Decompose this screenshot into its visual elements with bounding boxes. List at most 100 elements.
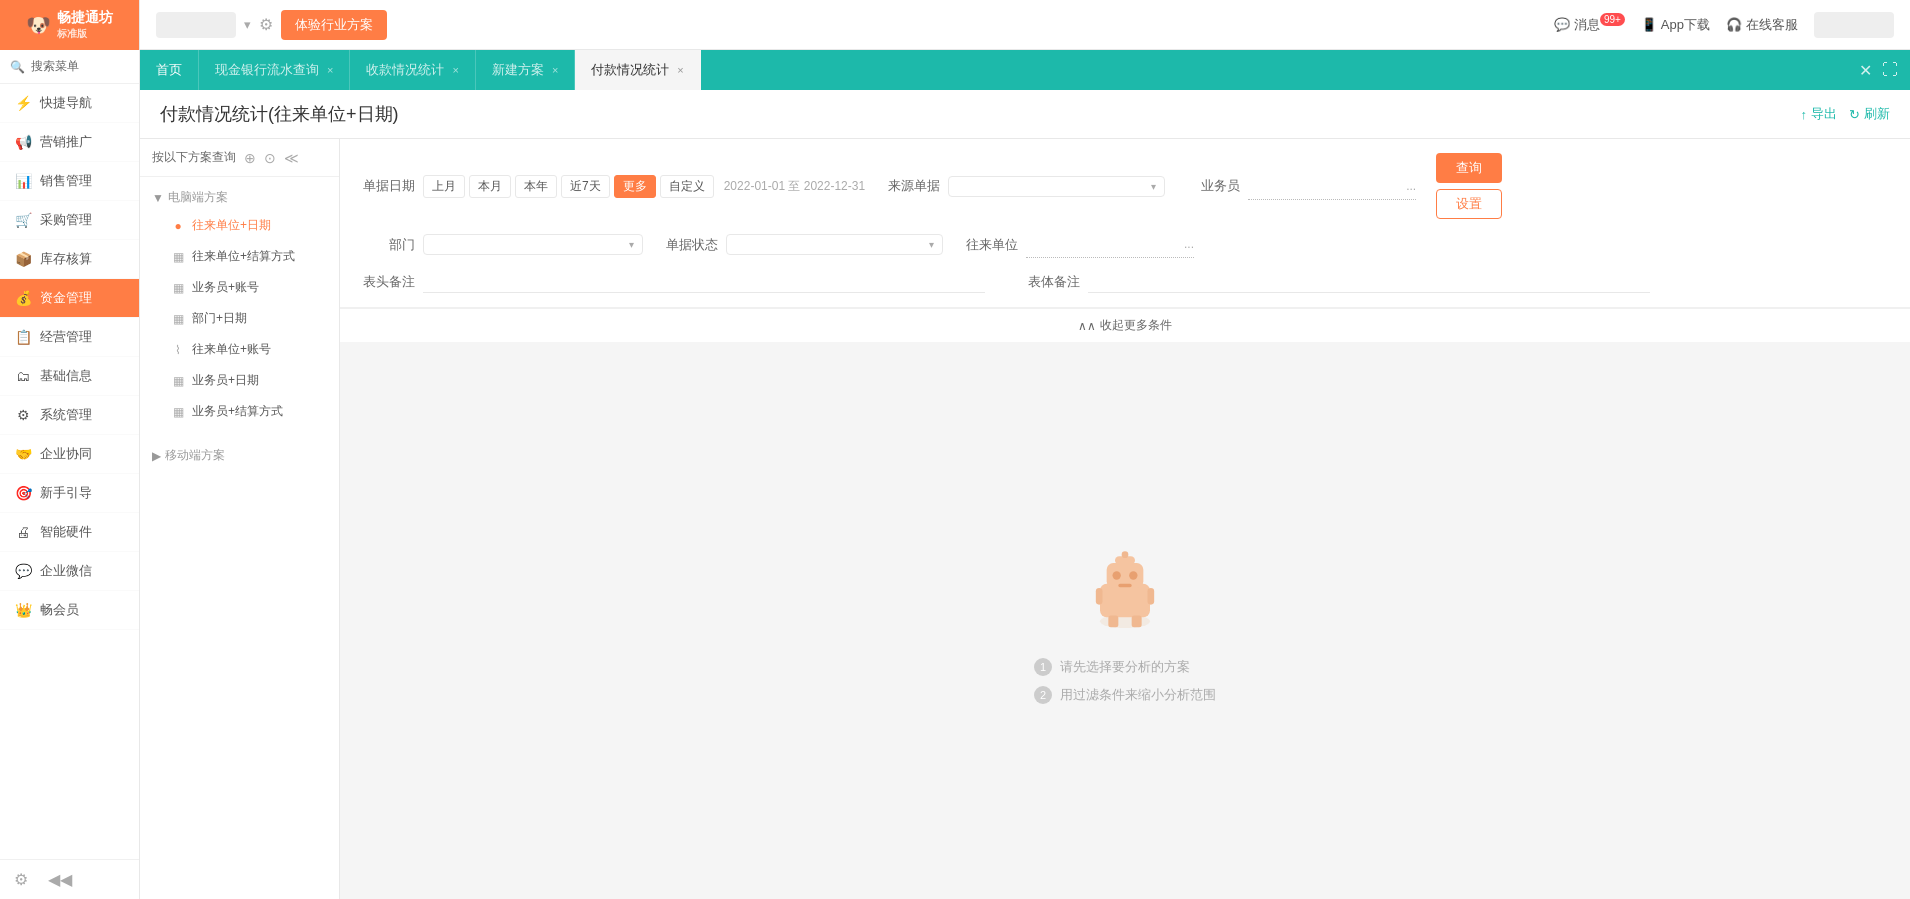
scheme-item-dept-date[interactable]: ▦部门+日期: [140, 303, 339, 334]
source-doc-select[interactable]: ▾: [948, 176, 1165, 197]
scheme-item-icon-customer-date: ●: [170, 218, 186, 234]
scheme-item-customer-date[interactable]: ●往来单位+日期: [140, 210, 339, 241]
date-last-month[interactable]: 上月: [423, 175, 465, 198]
search-menu[interactable]: 🔍 搜索菜单: [0, 50, 139, 84]
tab-close-payment-stats[interactable]: ×: [677, 64, 683, 76]
messages-item[interactable]: 💬 消息 99+: [1554, 16, 1625, 34]
topbar-settings-icon[interactable]: ⚙: [259, 15, 273, 34]
tab-label-home: 首页: [156, 61, 182, 79]
date-this-month[interactable]: 本月: [469, 175, 511, 198]
tabbar-right: ✕ ⛶: [1847, 50, 1910, 90]
query-btn[interactable]: 查询: [1436, 153, 1502, 183]
sidebar-item-basic-info[interactable]: 🗂基础信息: [0, 357, 139, 396]
dept-select[interactable]: ▾: [423, 234, 643, 255]
sidebar-item-operation[interactable]: 📋经营管理: [0, 318, 139, 357]
sidebar-icon-member: 👑: [14, 601, 32, 619]
scheme-item-customer-account[interactable]: ⌇往来单位+账号: [140, 334, 339, 365]
tab-payment-stats[interactable]: 付款情况统计×: [575, 50, 700, 90]
sidebar-icon-capital: 💰: [14, 289, 32, 307]
tab-bank-flow[interactable]: 现金银行流水查询 ×: [199, 50, 350, 90]
staff-input[interactable]: [1248, 175, 1406, 197]
refresh-btn[interactable]: ↻ 刷新: [1849, 105, 1890, 123]
sidebar-item-quick-nav[interactable]: ⚡快捷导航: [0, 84, 139, 123]
sidebar-bottom: ⚙ ◀◀: [0, 859, 139, 899]
messages-label: 消息: [1574, 16, 1600, 34]
scheme-section-title-desktop[interactable]: ▼电脑端方案: [140, 185, 339, 210]
svg-rect-1: [1100, 583, 1150, 616]
online-service-item[interactable]: 🎧 在线客服: [1726, 16, 1798, 34]
svg-rect-8: [1108, 615, 1118, 627]
sidebar-item-guide[interactable]: 🎯新手引导: [0, 474, 139, 513]
scheme-section-title-mobile[interactable]: ▶移动端方案: [140, 443, 339, 468]
sidebar-item-wechat[interactable]: 💬企业微信: [0, 552, 139, 591]
date-custom[interactable]: 自定义: [660, 175, 714, 198]
tab-close-receipt-stats[interactable]: ×: [452, 64, 458, 76]
result-area: 1 请先选择要分析的方案 2 用过滤条件来缩小分析范围: [340, 342, 1910, 899]
app-subtitle: 标准版: [57, 27, 113, 41]
partner-more-icon[interactable]: ...: [1184, 237, 1194, 251]
dropdown-icon[interactable]: ▾: [244, 17, 251, 32]
sidebar-item-inventory[interactable]: 📦库存核算: [0, 240, 139, 279]
staff-more-icon[interactable]: ...: [1406, 179, 1416, 193]
date-range-value: 2022-01-01 至 2022-12-31: [724, 178, 865, 195]
date-7days[interactable]: 近7天: [561, 175, 610, 198]
scheme-item-staff-date[interactable]: ▦业务员+日期: [140, 365, 339, 396]
tab-home[interactable]: 首页: [140, 50, 199, 90]
sidebar-item-member[interactable]: 👑畅会员: [0, 591, 139, 630]
hint-num-2: 2: [1034, 686, 1052, 704]
tabs-container: 首页现金银行流水查询×收款情况统计×新建方案×付款情况统计×: [140, 50, 701, 90]
tab-label-bank-flow: 现金银行流水查询: [215, 61, 319, 79]
date-cell: 单据日期 上月 本月 本年 近7天 更多 自定义 2022-01-01 至 20…: [360, 175, 865, 198]
tab-new-scheme[interactable]: 新建方案×: [476, 50, 575, 90]
filter-form: 单据日期 上月 本月 本年 近7天 更多 自定义 2022-01-01 至 20…: [340, 139, 1910, 308]
sidebar-icon-guide: 🎯: [14, 484, 32, 502]
scheme-item-customer-settlement[interactable]: ▦往来单位+结算方式: [140, 241, 339, 272]
sidebar-item-system[interactable]: ⚙系统管理: [0, 396, 139, 435]
bill-status-select[interactable]: ▾: [726, 234, 943, 255]
collapse-filter-btn[interactable]: ∧∧ 收起更多条件: [340, 308, 1910, 342]
staff-label: 业务员: [1185, 177, 1240, 195]
close-all-icon[interactable]: ✕: [1859, 61, 1872, 80]
collapse-panel-icon[interactable]: ≪: [284, 150, 299, 166]
settings-scheme-icon[interactable]: ⊙: [264, 150, 276, 166]
tab-close-new-scheme[interactable]: ×: [552, 64, 558, 76]
trial-btn[interactable]: 体验行业方案: [281, 10, 387, 40]
hint-text-2: 用过滤条件来缩小分析范围: [1060, 686, 1216, 704]
scheme-item-staff-settlement[interactable]: ▦业务员+结算方式: [140, 396, 339, 427]
add-scheme-icon[interactable]: ⊕: [244, 150, 256, 166]
sidebar-item-enterprise[interactable]: 🤝企业协同: [0, 435, 139, 474]
partner-input[interactable]: [1026, 233, 1184, 255]
app-download-item[interactable]: 📱 App下载: [1641, 16, 1710, 34]
sidebar-item-hardware[interactable]: 🖨智能硬件: [0, 513, 139, 552]
date-control: 上月 本月 本年 近7天 更多 自定义 2022-01-01 至 2022-12…: [423, 175, 865, 198]
settings-btn[interactable]: 设置: [1436, 189, 1502, 219]
page-header-actions: ↑ 导出 ↻ 刷新: [1801, 105, 1891, 123]
tabbar: 首页现金银行流水查询×收款情况统计×新建方案×付款情况统计× ✕ ⛶: [140, 50, 1910, 90]
sidebar-item-marketing[interactable]: 📢营销推广: [0, 123, 139, 162]
body-note-input[interactable]: [1088, 270, 1650, 292]
sidebar-icon-quick-nav: ⚡: [14, 94, 32, 112]
sidebar-icon-basic-info: 🗂: [14, 367, 32, 385]
date-more[interactable]: 更多: [614, 175, 656, 198]
page-title: 付款情况统计(往来单位+日期): [160, 102, 399, 126]
sidebar-item-sales[interactable]: 📊销售管理: [0, 162, 139, 201]
scheme-item-staff-account[interactable]: ▦业务员+账号: [140, 272, 339, 303]
sidebar-item-capital[interactable]: 💰 资金管理: [0, 279, 139, 318]
date-this-year[interactable]: 本年: [515, 175, 557, 198]
header-note-input[interactable]: [423, 270, 985, 292]
user-avatar: [156, 12, 236, 38]
sidebar-label-capital: 资金管理: [40, 289, 92, 307]
date-label: 单据日期: [360, 177, 415, 195]
svg-rect-6: [1096, 588, 1103, 605]
sidebar-label-marketing: 营销推广: [40, 133, 92, 151]
scheme-item-icon-dept-date: ▦: [170, 311, 186, 327]
tab-receipt-stats[interactable]: 收款情况统计×: [350, 50, 475, 90]
fullscreen-icon[interactable]: ⛶: [1882, 61, 1898, 79]
export-btn[interactable]: ↑ 导出: [1801, 105, 1838, 123]
tab-close-bank-flow[interactable]: ×: [327, 64, 333, 76]
dept-label: 部门: [360, 236, 415, 254]
sidebar-item-purchase[interactable]: 🛒采购管理: [0, 201, 139, 240]
header-note-label: 表头备注: [360, 273, 415, 291]
settings-icon[interactable]: ⚙: [14, 870, 28, 889]
collapse-sidebar-icon[interactable]: ◀◀: [48, 870, 72, 889]
